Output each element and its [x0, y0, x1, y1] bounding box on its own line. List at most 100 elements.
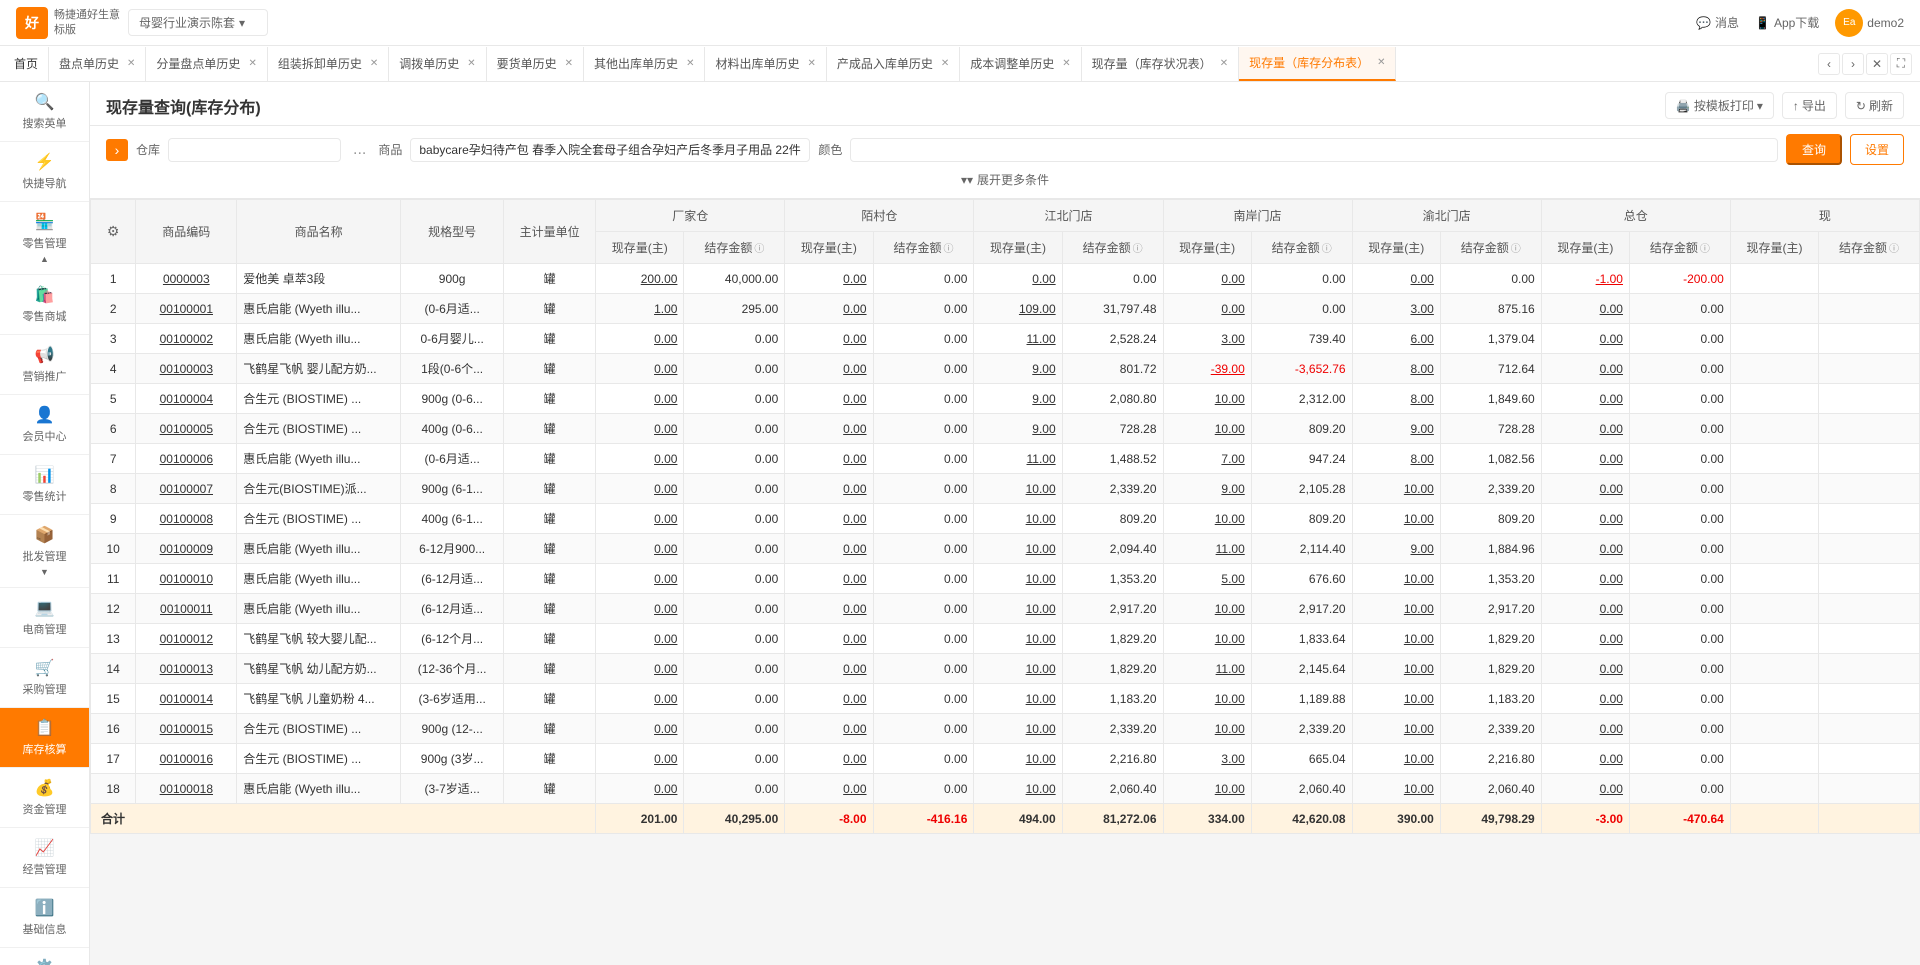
cell-w2-qty[interactable]: 0.00 [785, 294, 873, 324]
tab-next-btn[interactable]: › [1842, 53, 1864, 75]
cell-w4-qty[interactable]: 7.00 [1163, 444, 1251, 474]
warehouse-input[interactable] [168, 138, 341, 162]
cell-w5-qty[interactable]: 0.00 [1352, 264, 1440, 294]
cell-w4-qty[interactable]: 10.00 [1163, 384, 1251, 414]
print-btn[interactable]: 🖨️ 按模板打印 ▾ [1665, 92, 1774, 119]
cell-w4-qty[interactable]: 0.00 [1163, 294, 1251, 324]
info-icon[interactable]: ⓘ [1133, 244, 1143, 255]
cell-w1-qty[interactable]: 0.00 [596, 624, 684, 654]
cell-t-qty[interactable]: 0.00 [1541, 654, 1629, 684]
cell-w2-qty[interactable]: 0.00 [785, 354, 873, 384]
sidebar-item-operation[interactable]: 📈 经营管理 [0, 828, 89, 888]
cell-code[interactable]: 00100016 [136, 744, 237, 774]
info-icon[interactable]: ⓘ [754, 244, 764, 255]
tab-close[interactable]: ✕ [248, 58, 256, 69]
cell-w1-qty[interactable]: 0.00 [596, 444, 684, 474]
cell-w3-qty[interactable]: 10.00 [974, 714, 1062, 744]
warehouse-dots[interactable]: ... [349, 141, 370, 159]
cell-w4-qty[interactable]: 0.00 [1163, 264, 1251, 294]
color-input[interactable] [850, 138, 1778, 162]
cell-t-qty[interactable]: 0.00 [1541, 444, 1629, 474]
cell-w2-qty[interactable]: 0.00 [785, 534, 873, 564]
cell-w5-qty[interactable]: 10.00 [1352, 594, 1440, 624]
info-icon[interactable]: ⓘ [1322, 244, 1332, 255]
cell-w5-qty[interactable]: 3.00 [1352, 294, 1440, 324]
cell-w1-qty[interactable]: 0.00 [596, 714, 684, 744]
cell-w5-qty[interactable]: 10.00 [1352, 714, 1440, 744]
cell-w3-qty[interactable]: 10.00 [974, 474, 1062, 504]
cell-w1-qty[interactable]: 0.00 [596, 744, 684, 774]
tab-close[interactable]: ✕ [1062, 58, 1070, 69]
cell-w1-qty[interactable]: 0.00 [596, 324, 684, 354]
cell-code[interactable]: 00100003 [136, 354, 237, 384]
sidebar-item-retail[interactable]: 🏪 零售管理 ▲ [0, 202, 89, 275]
cell-w5-qty[interactable]: 9.00 [1352, 414, 1440, 444]
cell-code[interactable]: 00100013 [136, 654, 237, 684]
cell-w5-qty[interactable]: 10.00 [1352, 684, 1440, 714]
cell-w1-qty[interactable]: 0.00 [596, 474, 684, 504]
tab-close[interactable]: ✕ [565, 58, 573, 69]
cell-code[interactable]: 00100012 [136, 624, 237, 654]
table-wrapper[interactable]: ⚙ 商品编码 商品名称 规格型号 主计量单位 厂家仓 陌村仓 江北门店 南岸门店… [90, 199, 1920, 965]
cell-code[interactable]: 00100009 [136, 534, 237, 564]
cell-w2-qty[interactable]: 0.00 [785, 624, 873, 654]
cell-w5-qty[interactable]: 10.00 [1352, 744, 1440, 774]
cell-w2-qty[interactable]: 0.00 [785, 564, 873, 594]
tab-stock2[interactable]: 分量盘点单历史 ✕ [146, 47, 267, 81]
sidebar-item-wholesale[interactable]: 📦 批发管理 ▼ [0, 515, 89, 588]
tab-stock[interactable]: 盘点单历史 ✕ [49, 47, 146, 81]
cell-w2-qty[interactable]: 0.00 [785, 684, 873, 714]
cell-code[interactable]: 00100006 [136, 444, 237, 474]
app-download-btn[interactable]: 📱 App下载 [1755, 14, 1819, 31]
cell-w5-qty[interactable]: 10.00 [1352, 774, 1440, 804]
industry-selector[interactable]: 母婴行业演示陈套 ▾ [128, 9, 268, 36]
cell-code[interactable]: 00100010 [136, 564, 237, 594]
tab-stock3[interactable]: 组装拆卸单历史 ✕ [268, 47, 389, 81]
cell-t-qty[interactable]: 0.00 [1541, 414, 1629, 444]
cell-w3-qty[interactable]: 9.00 [974, 354, 1062, 384]
cell-w3-qty[interactable]: 10.00 [974, 564, 1062, 594]
tab-out[interactable]: 其他出库单历史 ✕ [584, 47, 705, 81]
tab-prev-btn[interactable]: ‹ [1818, 53, 1840, 75]
tab-home[interactable]: 首页 [4, 47, 49, 81]
info-icon[interactable]: ⓘ [943, 244, 953, 255]
cell-t-qty[interactable]: 0.00 [1541, 474, 1629, 504]
cell-code[interactable]: 00100008 [136, 504, 237, 534]
cell-w1-qty[interactable]: 0.00 [596, 774, 684, 804]
settings-btn[interactable]: 设置 [1850, 134, 1904, 165]
cell-code[interactable]: 00100018 [136, 774, 237, 804]
filter-expand-row[interactable]: ▾▾ 展开更多条件 [106, 169, 1904, 190]
cell-w4-qty[interactable]: 10.00 [1163, 504, 1251, 534]
tab-expand-btn[interactable]: ⛶ [1890, 53, 1912, 75]
sidebar-item-inventory[interactable]: 📋 库存核算 [0, 708, 89, 768]
tab-close[interactable]: ✕ [467, 58, 475, 69]
tab-close-all-btn[interactable]: ✕ [1866, 53, 1888, 75]
settings-icon[interactable]: ⚙ [107, 223, 120, 239]
cell-w4-qty[interactable]: 3.00 [1163, 744, 1251, 774]
cell-w4-qty[interactable]: 10.00 [1163, 774, 1251, 804]
cell-w3-qty[interactable]: 10.00 [974, 684, 1062, 714]
export-btn[interactable]: ↑ 导出 [1782, 92, 1837, 119]
cell-t-qty[interactable]: 0.00 [1541, 594, 1629, 624]
cell-w2-qty[interactable]: 0.00 [785, 324, 873, 354]
cell-w3-qty[interactable]: 109.00 [974, 294, 1062, 324]
cell-w4-qty[interactable]: 3.00 [1163, 324, 1251, 354]
cell-w3-qty[interactable]: 10.00 [974, 744, 1062, 774]
sidebar-item-basic[interactable]: ℹ️ 基础信息 [0, 888, 89, 948]
tab-order[interactable]: 要货单历史 ✕ [487, 47, 584, 81]
th-settings[interactable]: ⚙ [91, 200, 136, 264]
cell-w5-qty[interactable]: 9.00 [1352, 534, 1440, 564]
cell-code[interactable]: 00100001 [136, 294, 237, 324]
cell-w3-qty[interactable]: 10.00 [974, 774, 1062, 804]
cell-w1-qty[interactable]: 0.00 [596, 354, 684, 384]
cell-w2-qty[interactable]: 0.00 [785, 504, 873, 534]
cell-w3-qty[interactable]: 11.00 [974, 324, 1062, 354]
cell-w2-qty[interactable]: 0.00 [785, 384, 873, 414]
sidebar-item-finance[interactable]: 💰 资金管理 [0, 768, 89, 828]
cell-w1-qty[interactable]: 0.00 [596, 594, 684, 624]
tab-close[interactable]: ✕ [807, 58, 815, 69]
tab-close[interactable]: ✕ [1220, 58, 1228, 69]
cell-w4-qty[interactable]: 10.00 [1163, 684, 1251, 714]
cell-w4-qty[interactable]: 11.00 [1163, 654, 1251, 684]
cell-t-qty[interactable]: 0.00 [1541, 354, 1629, 384]
